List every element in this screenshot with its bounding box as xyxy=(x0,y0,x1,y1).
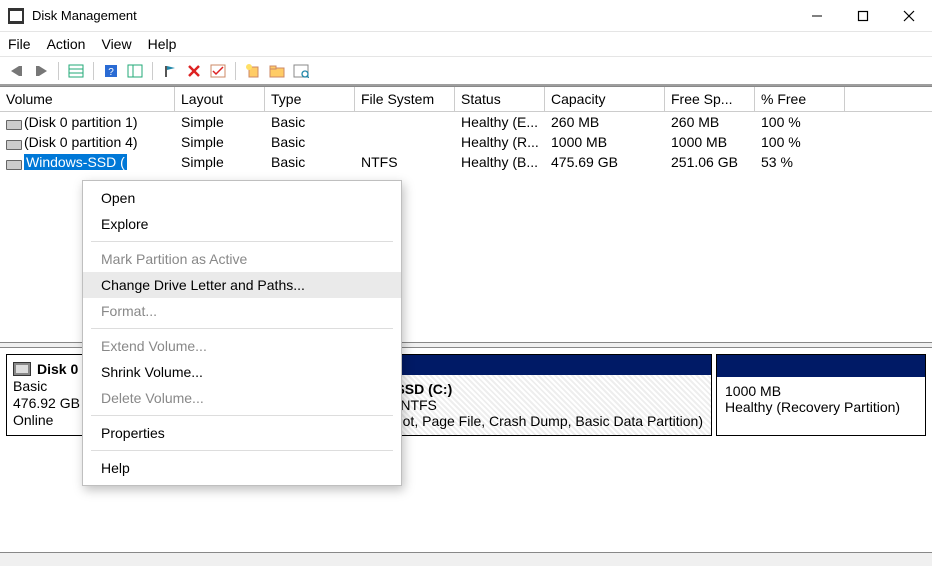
list-view-icon[interactable] xyxy=(126,62,144,80)
disk-icon xyxy=(13,362,31,376)
cm-properties[interactable]: Properties xyxy=(83,420,401,446)
check-icon[interactable] xyxy=(209,62,227,80)
volume-list-header: Volume Layout Type File System Status Ca… xyxy=(0,87,932,112)
toolbar: ? xyxy=(0,56,932,86)
col-fs[interactable]: File System xyxy=(355,87,455,111)
partition[interactable]: 1000 MB Healthy (Recovery Partition) xyxy=(716,354,926,436)
window-controls xyxy=(794,0,932,32)
volume-icon xyxy=(6,156,20,168)
volume-icon xyxy=(6,136,20,148)
table-view-icon[interactable] xyxy=(67,62,85,80)
status-bar xyxy=(0,552,932,566)
volume-row-selected[interactable]: Windows-SSD ( Simple Basic NTFS Healthy … xyxy=(0,152,932,172)
forward-button[interactable] xyxy=(32,62,50,80)
col-pct[interactable]: % Free xyxy=(755,87,845,111)
cm-separator xyxy=(91,241,393,242)
flag-icon[interactable] xyxy=(161,62,179,80)
window-titlebar: Disk Management xyxy=(0,0,932,32)
cm-separator xyxy=(91,328,393,329)
col-status[interactable]: Status xyxy=(455,87,545,111)
cm-separator xyxy=(91,415,393,416)
col-free[interactable]: Free Sp... xyxy=(665,87,755,111)
volume-icon xyxy=(6,116,20,128)
cm-separator xyxy=(91,450,393,451)
cm-format: Format... xyxy=(83,298,401,324)
folder-icon[interactable] xyxy=(268,62,286,80)
col-volume[interactable]: Volume xyxy=(0,87,175,111)
menu-action[interactable]: Action xyxy=(47,36,86,52)
volume-row[interactable]: (Disk 0 partition 1) Simple Basic Health… xyxy=(0,112,932,132)
menu-file[interactable]: File xyxy=(8,36,31,52)
close-button[interactable] xyxy=(886,0,932,32)
cm-mark-active: Mark Partition as Active xyxy=(83,246,401,272)
cm-extend: Extend Volume... xyxy=(83,333,401,359)
cm-help[interactable]: Help xyxy=(83,455,401,481)
app-icon xyxy=(8,8,24,24)
minimize-button[interactable] xyxy=(794,0,840,32)
delete-icon[interactable] xyxy=(185,62,203,80)
cm-explore[interactable]: Explore xyxy=(83,211,401,237)
back-button[interactable] xyxy=(8,62,26,80)
help-icon[interactable]: ? xyxy=(102,62,120,80)
cm-open[interactable]: Open xyxy=(83,185,401,211)
context-menu: Open Explore Mark Partition as Active Ch… xyxy=(82,180,402,486)
menubar: File Action View Help xyxy=(0,32,932,56)
disk-title: Disk 0 xyxy=(37,361,78,377)
partition-bar xyxy=(717,355,925,377)
col-capacity[interactable]: Capacity xyxy=(545,87,665,111)
maximize-button[interactable] xyxy=(840,0,886,32)
volume-row[interactable]: (Disk 0 partition 4) Simple Basic Health… xyxy=(0,132,932,152)
col-layout[interactable]: Layout xyxy=(175,87,265,111)
col-type[interactable]: Type xyxy=(265,87,355,111)
new-icon[interactable] xyxy=(244,62,262,80)
svg-text:?: ? xyxy=(108,67,114,78)
cm-delete: Delete Volume... xyxy=(83,385,401,411)
cm-change-letter[interactable]: Change Drive Letter and Paths... xyxy=(83,272,401,298)
menu-view[interactable]: View xyxy=(101,36,131,52)
properties-icon[interactable] xyxy=(292,62,310,80)
window-title: Disk Management xyxy=(32,8,794,23)
menu-help[interactable]: Help xyxy=(148,36,177,52)
cm-shrink[interactable]: Shrink Volume... xyxy=(83,359,401,385)
